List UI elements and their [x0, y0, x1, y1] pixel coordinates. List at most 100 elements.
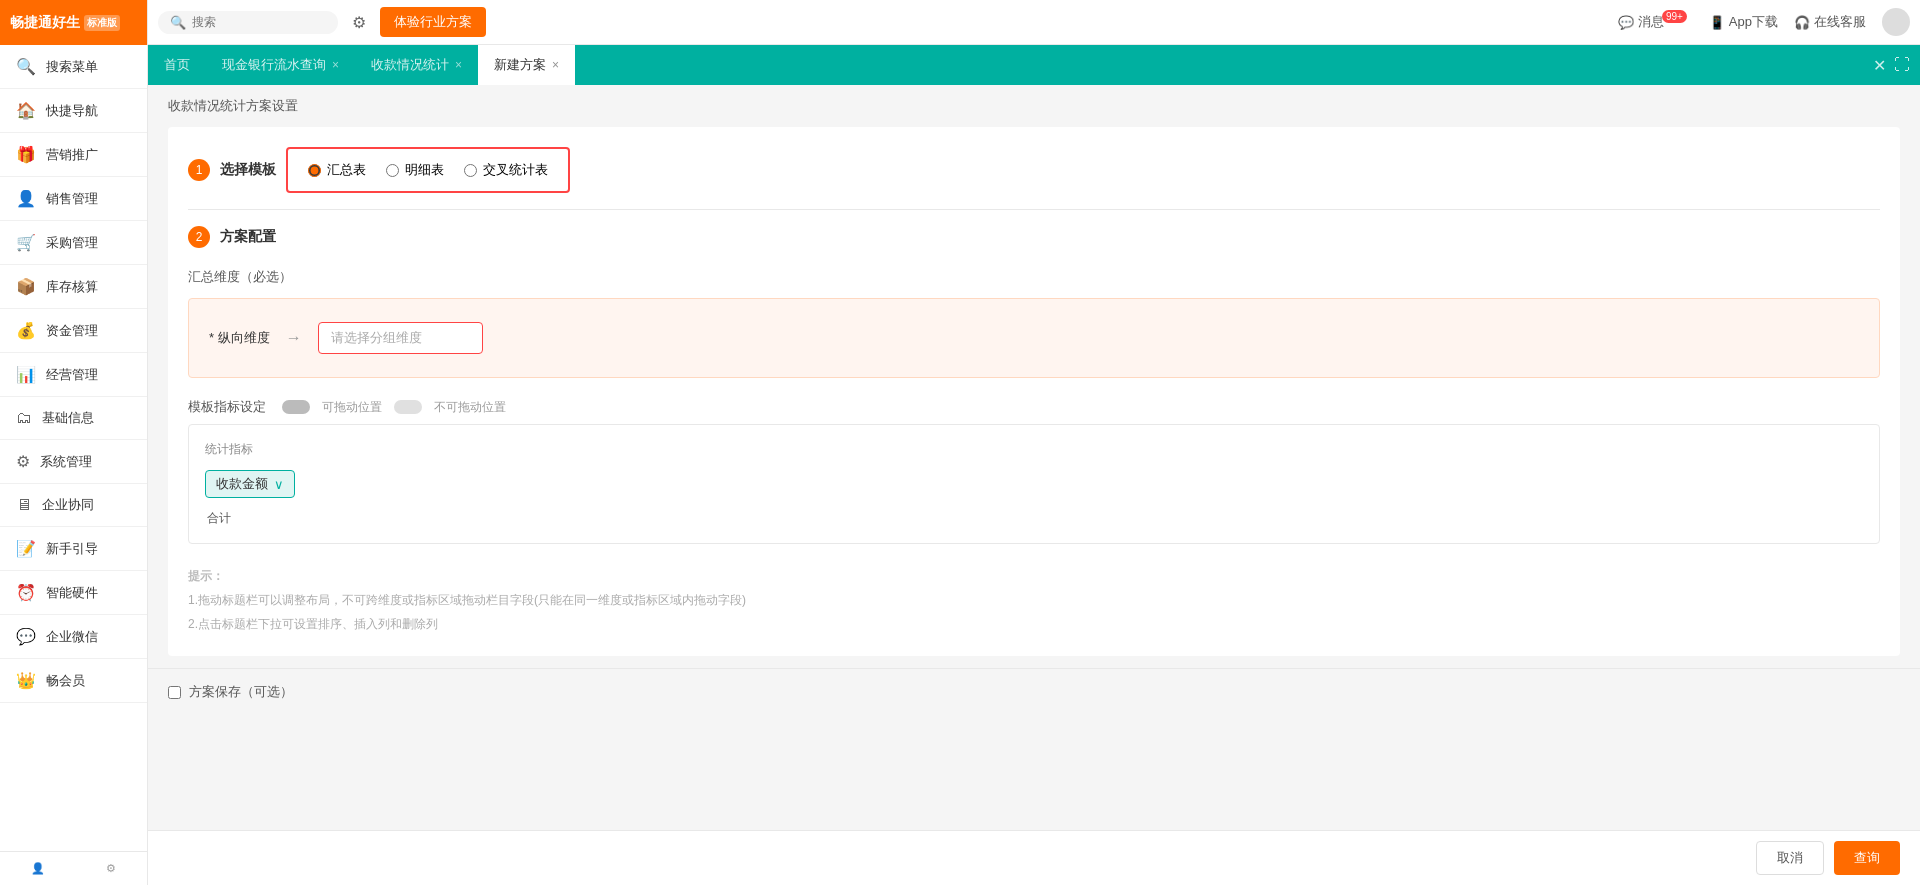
download-icon: 📱: [1709, 15, 1725, 30]
tab-bank-close[interactable]: ×: [332, 58, 339, 72]
step1-label: 选择模板: [220, 161, 276, 179]
sidebar-item-guide[interactable]: 📝 新手引导: [0, 527, 147, 571]
query-button[interactable]: 查询: [1834, 841, 1900, 875]
dimension-placeholder: 请选择分组维度: [331, 330, 422, 345]
search-input[interactable]: [192, 15, 312, 29]
metric-tag-label: 收款金额: [216, 475, 268, 493]
tab-new-plan-label: 新建方案: [494, 56, 546, 74]
sidebar-item-sales[interactable]: 👤 销售管理: [0, 177, 147, 221]
tab-new-plan[interactable]: 新建方案 ×: [478, 45, 575, 85]
note-icon: 📝: [16, 539, 36, 558]
sidebar-item-inventory[interactable]: 📦 库存核算: [0, 265, 147, 309]
search-menu-icon: 🔍: [16, 57, 36, 76]
save-label: 方案保存（可选）: [189, 683, 293, 701]
radio-cross[interactable]: 交叉统计表: [464, 161, 548, 179]
save-checkbox[interactable]: [168, 686, 181, 699]
message-button[interactable]: 💬 消息 99+: [1618, 13, 1693, 31]
trial-button[interactable]: 体验行业方案: [380, 7, 486, 37]
legend-draggable-icon: [282, 400, 310, 414]
step2-label: 方案配置: [220, 228, 276, 246]
metrics-category-label: 统计指标: [205, 441, 1863, 458]
metric-subtag-total: 合计: [207, 510, 295, 527]
avatar[interactable]: [1882, 8, 1910, 36]
sidebar-item-search-menu[interactable]: 🔍 搜索菜单: [0, 45, 147, 89]
sidebar-bottom-settings[interactable]: ⚙: [106, 862, 116, 875]
gear-icon[interactable]: ⚙: [348, 9, 370, 36]
download-label: App下载: [1729, 13, 1778, 31]
radio-summary[interactable]: 汇总表: [308, 161, 366, 179]
legend-draggable-label: 可拖动位置: [322, 399, 382, 416]
sidebar-bottom-profile[interactable]: 👤: [31, 862, 45, 875]
tab-bank[interactable]: 现金银行流水查询 ×: [206, 45, 355, 85]
summary-dimension-section: 汇总维度（必选） * 纵向维度 → 请选择分组维度: [188, 268, 1880, 378]
sidebar-item-label: 销售管理: [46, 190, 98, 208]
radio-summary-input[interactable]: [308, 164, 321, 177]
download-button[interactable]: 📱 App下载: [1709, 13, 1778, 31]
sidebar-logo: 畅捷通好生 标准版: [0, 0, 147, 45]
message-label: 消息: [1638, 13, 1664, 31]
tab-new-plan-close[interactable]: ×: [552, 58, 559, 72]
dimension-select[interactable]: 请选择分组维度: [318, 322, 483, 354]
sidebar-item-wechat[interactable]: 💬 企业微信: [0, 615, 147, 659]
sidebar-item-label: 库存核算: [46, 278, 98, 296]
money-icon: 💰: [16, 321, 36, 340]
sidebar-item-label: 企业协同: [42, 496, 94, 514]
logo-text: 畅捷通好生: [10, 14, 80, 32]
cart-icon: 🛒: [16, 233, 36, 252]
metric-dropdown-icon[interactable]: ∨: [274, 477, 284, 492]
tab-bank-label: 现金银行流水查询: [222, 56, 326, 74]
metric-tag-amount[interactable]: 收款金额 ∨: [205, 470, 295, 498]
dimension-row: * 纵向维度 → 请选择分组维度: [209, 322, 483, 354]
sidebar-item-purchase[interactable]: 🛒 采购管理: [0, 221, 147, 265]
sidebar-item-marketing[interactable]: 🎁 营销推广: [0, 133, 147, 177]
radio-summary-label: 汇总表: [327, 161, 366, 179]
metrics-legend: 可拖动位置 不可拖动位置: [282, 399, 506, 416]
topbar-right: 💬 消息 99+ 📱 App下载 🎧 在线客服: [1618, 8, 1910, 36]
tab-home[interactable]: 首页: [148, 45, 206, 85]
dimension-area: * 纵向维度 → 请选择分组维度: [188, 298, 1880, 378]
sidebar-item-label: 营销推广: [46, 146, 98, 164]
sidebar-item-operations[interactable]: 📊 经营管理: [0, 353, 147, 397]
folder-icon: 🗂: [16, 409, 32, 427]
breadcrumb: 收款情况统计方案设置: [148, 85, 1920, 127]
dimension-arrow-icon: →: [286, 329, 302, 347]
tab-stats-close[interactable]: ×: [455, 58, 462, 72]
close-all-icon[interactable]: ✕: [1873, 56, 1886, 75]
sidebar: 畅捷通好生 标准版 🔍 搜索菜单 🏠 快捷导航 🎁 营销推广 👤 销售管理 🛒 …: [0, 0, 148, 885]
sidebar-item-quick-nav[interactable]: 🏠 快捷导航: [0, 89, 147, 133]
sidebar-item-label: 基础信息: [42, 409, 94, 427]
service-button[interactable]: 🎧 在线客服: [1794, 13, 1866, 31]
sidebar-bottom: 👤 ⚙: [0, 851, 147, 885]
sidebar-item-finance[interactable]: 💰 资金管理: [0, 309, 147, 353]
radio-detail-input[interactable]: [386, 164, 399, 177]
sidebar-item-label: 经营管理: [46, 366, 98, 384]
tab-stats[interactable]: 收款情况统计 ×: [355, 45, 478, 85]
service-icon: 🎧: [1794, 15, 1810, 30]
maximize-icon[interactable]: ⛶: [1894, 56, 1910, 74]
tips-section: 提示： 1.拖动标题栏可以调整布局，不可跨维度或指标区域拖动栏目字段(只能在同一…: [188, 564, 1880, 636]
sidebar-item-member[interactable]: 👑 畅会员: [0, 659, 147, 703]
chat-icon: 💬: [16, 627, 36, 646]
sidebar-item-cooperation[interactable]: 🖥 企业协同: [0, 484, 147, 527]
topbar: 🔍 ⚙ 体验行业方案 💬 消息 99+ 📱 App下载 🎧 在线客服: [148, 0, 1920, 45]
topbar-search-box[interactable]: 🔍: [158, 11, 338, 34]
legend-fixed-icon: [394, 400, 422, 414]
footer-bar: 取消 查询: [148, 830, 1920, 885]
tab-bar: 首页 现金银行流水查询 × 收款情况统计 × 新建方案 × ✕ ⛶: [148, 45, 1920, 85]
monitor-icon: 🖥: [16, 496, 32, 514]
step1-circle: 1: [188, 159, 210, 181]
box-icon: 📦: [16, 277, 36, 296]
sidebar-item-base-info[interactable]: 🗂 基础信息: [0, 397, 147, 440]
sidebar-item-label: 系统管理: [40, 453, 92, 471]
cancel-button[interactable]: 取消: [1756, 841, 1824, 875]
sidebar-item-system[interactable]: ⚙ 系统管理: [0, 440, 147, 484]
metrics-title: 模板指标设定: [188, 398, 266, 416]
main-card: 1 选择模板 汇总表 明细表 交叉统计表: [168, 127, 1900, 656]
chart-icon: 📊: [16, 365, 36, 384]
sidebar-item-hardware[interactable]: ⏰ 智能硬件: [0, 571, 147, 615]
message-icon: 💬: [1618, 15, 1634, 30]
radio-cross-input[interactable]: [464, 164, 477, 177]
radio-detail[interactable]: 明细表: [386, 161, 444, 179]
sidebar-item-label: 资金管理: [46, 322, 98, 340]
message-badge: 99+: [1662, 10, 1687, 23]
